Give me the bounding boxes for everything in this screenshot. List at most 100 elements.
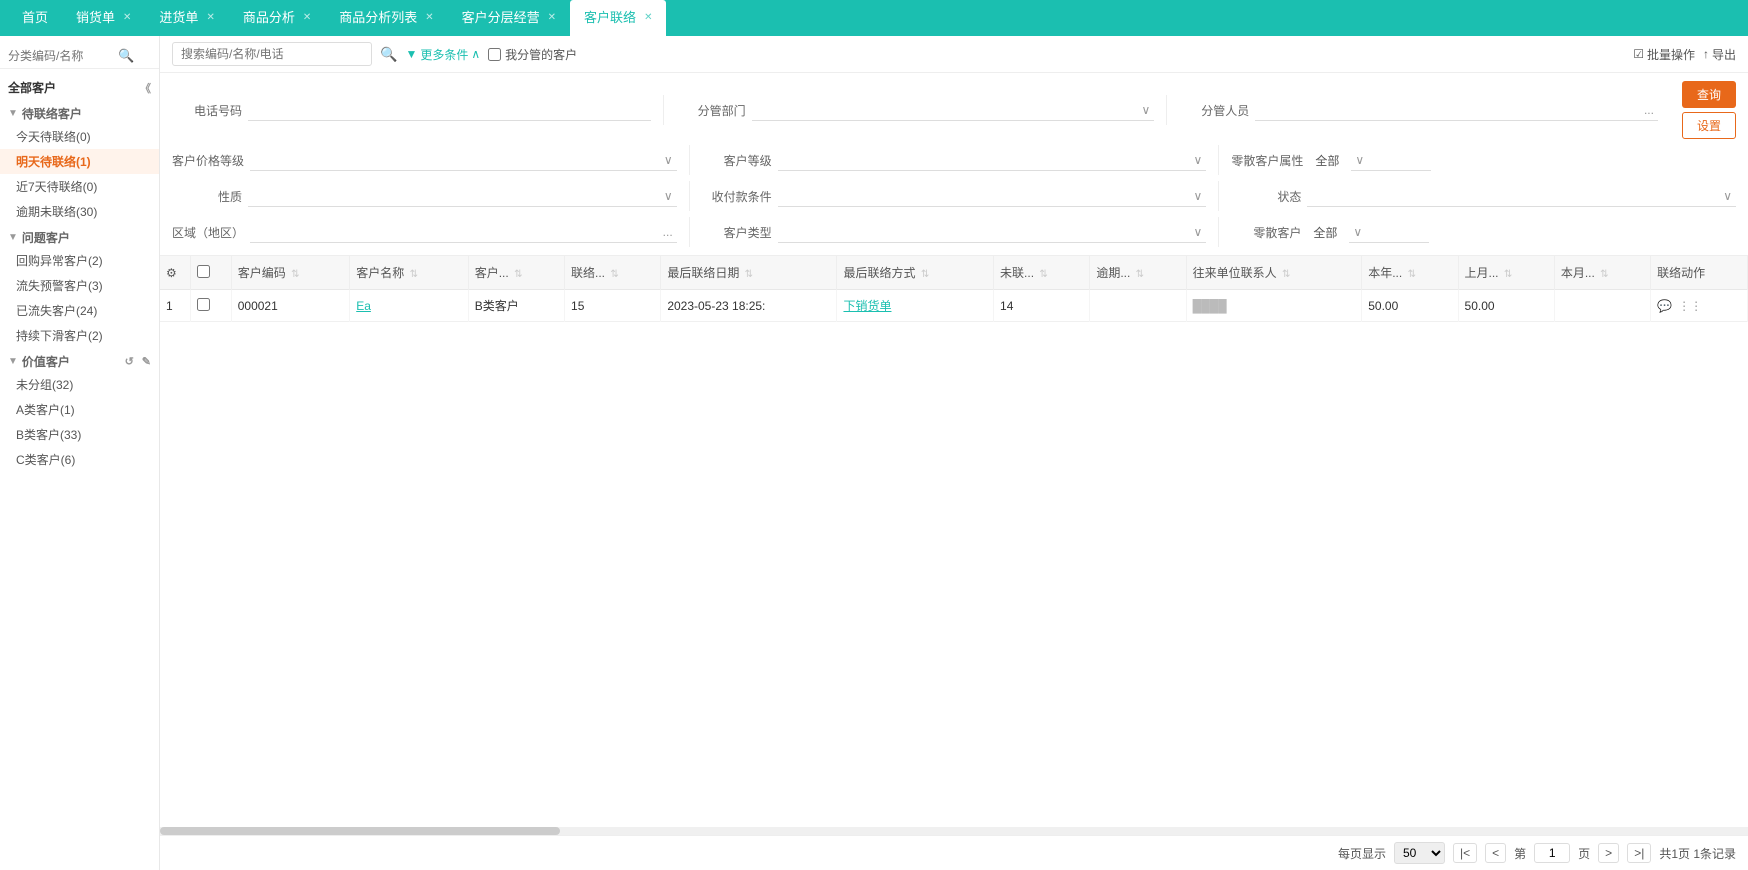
col-actions: 联络动作 xyxy=(1651,256,1748,290)
row-more-icon[interactable]: ⋮⋮ xyxy=(1678,299,1702,313)
row-checkbox[interactable] xyxy=(197,298,210,311)
sidebar-item-tomorrow[interactable]: 明天待联络(1) xyxy=(0,149,159,174)
col-overdue[interactable]: 逾期... ⇅ xyxy=(1090,256,1186,290)
adv-person-dotdot[interactable]: ... xyxy=(1644,103,1654,117)
my-customers-label: 我分管的客户 xyxy=(505,46,577,63)
nav-customer-segment[interactable]: 客户分层经营 ✕ xyxy=(448,0,570,36)
value-group-edit-icon[interactable]: ✎ xyxy=(142,355,151,368)
col-type[interactable]: 客户... ⇅ xyxy=(468,256,564,290)
nav-purchase-close[interactable]: ✕ xyxy=(206,0,214,36)
cell-checkbox[interactable] xyxy=(190,290,231,322)
nav-goods-analysis-list[interactable]: 商品分析列表 ✕ xyxy=(325,0,447,36)
adv-region-select[interactable]: ... xyxy=(250,222,677,243)
col-this-month[interactable]: 本月... ⇅ xyxy=(1554,256,1650,290)
sidebar-item-churned[interactable]: 已流失客户(24) xyxy=(0,298,159,323)
adv-cust-level-chevron-icon: ∨ xyxy=(1194,153,1203,167)
uncontacted-sort-icon: ⇅ xyxy=(1039,269,1047,280)
col-this-year[interactable]: 本年... ⇅ xyxy=(1362,256,1458,290)
nav-goods-analysis[interactable]: 商品分析 ✕ xyxy=(229,0,325,36)
row-edit-icon[interactable]: 💬 xyxy=(1657,299,1672,313)
filter-more-btn[interactable]: ▼ 更多条件 ∧ xyxy=(405,46,480,63)
col-contact-person[interactable]: 往来单位联系人 ⇅ xyxy=(1186,256,1362,290)
batch-op-button[interactable]: ☑ 批量操作 xyxy=(1633,46,1695,63)
customer-name-link[interactable]: Ea xyxy=(356,299,371,313)
sidebar-item-type-a[interactable]: A类客户(1) xyxy=(0,397,159,422)
adv-nature-select[interactable]: ∨ xyxy=(248,186,677,207)
sidebar-item-abnormal-label: 回购异常客户(2) xyxy=(16,254,103,268)
adv-cust-type-select[interactable]: ∨ xyxy=(778,222,1207,243)
total-label: 共1页 1条记录 xyxy=(1659,845,1736,862)
col-code[interactable]: 客户编码 ⇅ xyxy=(231,256,350,290)
nav-sales[interactable]: 销货单 ✕ xyxy=(62,0,145,36)
data-table-container: ⚙ 客户编码 ⇅ 客户名称 ⇅ 客户... ⇅ 联络... ⇅ 最后联络日期 ⇅… xyxy=(160,256,1748,827)
adv-phone-input[interactable] xyxy=(248,100,651,121)
sidebar-item-abnormal[interactable]: 回购异常客户(2) xyxy=(0,248,159,273)
scrollbar-thumb[interactable] xyxy=(160,827,560,835)
cell-last-method[interactable]: 下销货单 xyxy=(837,290,994,322)
nav-customer-contact-close[interactable]: ✕ xyxy=(644,0,652,36)
select-all-checkbox[interactable] xyxy=(197,265,210,278)
last-page-btn[interactable]: >| xyxy=(1627,843,1651,863)
sidebar-item-ungrouped[interactable]: 未分组(32) xyxy=(0,372,159,397)
sidebar-item-type-b[interactable]: B类客户(33) xyxy=(0,422,159,447)
adv-region-dotdot[interactable]: ... xyxy=(663,225,673,239)
horizontal-scrollbar[interactable] xyxy=(160,827,1748,835)
nav-home[interactable]: 首页 xyxy=(8,0,62,36)
nav-customer-segment-close[interactable]: ✕ xyxy=(548,0,556,36)
sidebar-item-churn-warning[interactable]: 流失预警客户(3) xyxy=(0,273,159,298)
adv-field-cust-type: 客户类型 ∨ xyxy=(702,222,1207,243)
next-page-btn[interactable]: > xyxy=(1598,843,1619,863)
data-table: ⚙ 客户编码 ⇅ 客户名称 ⇅ 客户... ⇅ 联络... ⇅ 最后联络日期 ⇅… xyxy=(160,256,1748,322)
sidebar-collapse-icon[interactable]: 《 xyxy=(140,80,151,96)
sidebar-item-7days[interactable]: 近7天待联络(0) xyxy=(0,174,159,199)
page-input[interactable] xyxy=(1534,843,1570,863)
adv-person-select[interactable]: ... xyxy=(1255,100,1658,121)
adv-field-retail-attr: 零散客户属性 全部 ∨ xyxy=(1231,150,1736,171)
sidebar-item-overdue[interactable]: 逾期未联络(30) xyxy=(0,199,159,224)
cell-name[interactable]: Ea xyxy=(350,290,469,322)
adv-payment-select[interactable]: ∨ xyxy=(778,186,1207,207)
my-customers-checkbox[interactable] xyxy=(488,48,501,61)
adv-cust-level-select[interactable]: ∨ xyxy=(778,150,1207,171)
filter-search-button[interactable]: 🔍 xyxy=(380,46,397,63)
adv-status-select[interactable]: ∨ xyxy=(1307,186,1736,207)
sidebar-item-declining[interactable]: 持续下滑客户(2) xyxy=(0,323,159,348)
nav-customer-contact[interactable]: 客户联络 ✕ xyxy=(570,0,666,36)
last-method-sort-icon: ⇅ xyxy=(921,269,929,280)
advanced-filter: 电话号码 分管部门 ∨ 分管人员 ... xyxy=(160,73,1748,256)
col-last-date[interactable]: 最后联络日期 ⇅ xyxy=(661,256,837,290)
col-checkbox[interactable] xyxy=(190,256,231,290)
col-last-method[interactable]: 最后联络方式 ⇅ xyxy=(837,256,994,290)
nav-goods-analysis-close[interactable]: ✕ xyxy=(303,0,311,36)
first-page-btn[interactable]: |< xyxy=(1453,843,1477,863)
sidebar-item-type-c[interactable]: C类客户(6) xyxy=(0,447,159,472)
sidebar-search-input[interactable] xyxy=(8,49,118,63)
sidebar-all-customers[interactable]: 全部客户 《 xyxy=(0,75,159,100)
filter-bar: 🔍 ▼ 更多条件 ∧ 我分管的客户 ☑ 批量操作 ↑ 导出 xyxy=(160,36,1748,73)
prev-page-btn[interactable]: < xyxy=(1485,843,1506,863)
my-customers-filter[interactable]: 我分管的客户 xyxy=(488,46,577,63)
col-uncontacted[interactable]: 未联... ⇅ xyxy=(994,256,1090,290)
adv-retail-attr-select[interactable]: ∨ xyxy=(1351,150,1431,171)
filter-search-input[interactable] xyxy=(172,42,372,66)
sidebar-item-today[interactable]: 今天待联络(0) xyxy=(0,124,159,149)
adv-retail-cust-label: 零散客户 xyxy=(1231,224,1301,241)
adv-dept-select[interactable]: ∨ xyxy=(752,100,1155,121)
adv-divider-6 xyxy=(1218,181,1219,211)
query-button[interactable]: 查询 xyxy=(1682,81,1736,108)
col-settings[interactable]: ⚙ xyxy=(160,256,190,290)
col-contact-count[interactable]: 联络... ⇅ xyxy=(565,256,661,290)
per-page-select[interactable]: 50 100 200 xyxy=(1394,842,1445,864)
value-group-refresh-icon[interactable]: ↺ xyxy=(125,355,134,368)
reset-button[interactable]: 设置 xyxy=(1682,112,1736,139)
nav-sales-close[interactable]: ✕ xyxy=(123,0,131,36)
adv-retail-cust-select[interactable]: ∨ xyxy=(1349,222,1429,243)
nav-goods-analysis-list-close[interactable]: ✕ xyxy=(425,0,433,36)
sidebar-search-icon[interactable]: 🔍 xyxy=(118,48,134,64)
export-button[interactable]: ↑ 导出 xyxy=(1703,46,1736,63)
last-method-link[interactable]: 下销货单 xyxy=(843,299,891,313)
col-name[interactable]: 客户名称 ⇅ xyxy=(350,256,469,290)
nav-purchase[interactable]: 进货单 ✕ xyxy=(145,0,228,36)
col-last-month[interactable]: 上月... ⇅ xyxy=(1458,256,1554,290)
adv-price-level-select[interactable]: ∨ xyxy=(250,150,677,171)
